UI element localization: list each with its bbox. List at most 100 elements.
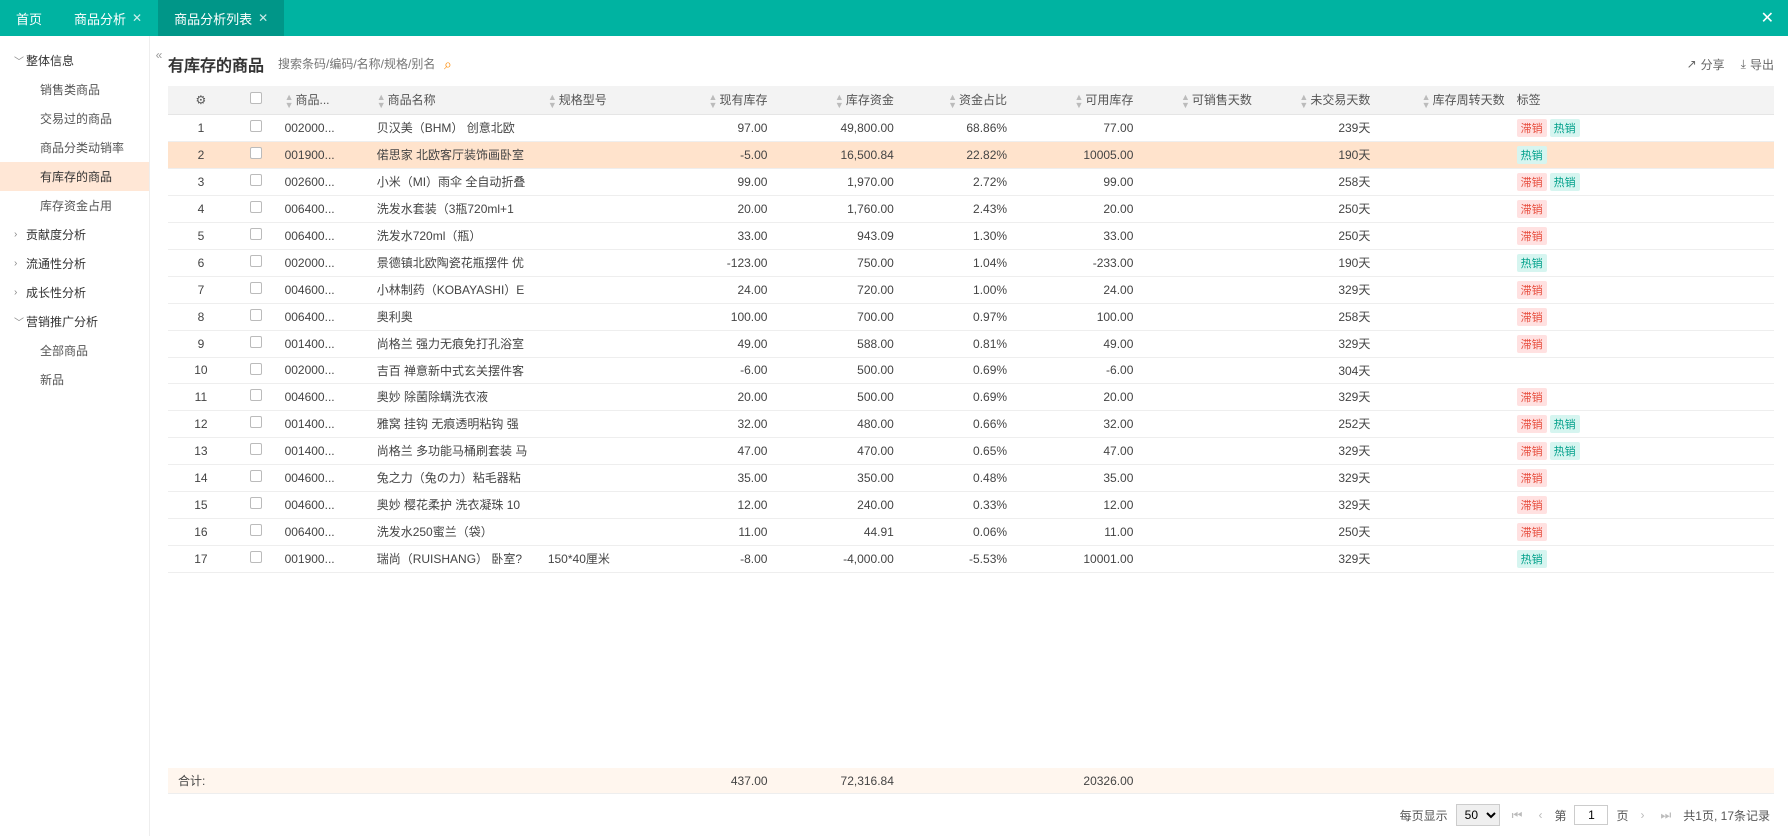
- tag-zhixiao: 滞销: [1517, 200, 1547, 218]
- sidebar-item-0-3[interactable]: 有库存的商品: [0, 162, 149, 191]
- page-last-button[interactable]: ⏭: [1656, 808, 1675, 823]
- row-checkbox[interactable]: [234, 410, 279, 437]
- row-checkbox[interactable]: [234, 357, 279, 383]
- table-row[interactable]: 3002600...小米（MI）雨伞 全自动折叠99.001,970.002.7…: [168, 168, 1774, 195]
- row-checkbox[interactable]: [234, 195, 279, 222]
- tab-0[interactable]: 首页: [0, 0, 58, 36]
- table-row[interactable]: 6002000...景德镇北欧陶瓷花瓶摆件 优-123.00750.001.04…: [168, 249, 1774, 276]
- col-notrade[interactable]: ▲▼未交易天数: [1258, 86, 1376, 114]
- row-checkbox[interactable]: [234, 168, 279, 195]
- row-checkbox[interactable]: [234, 437, 279, 464]
- cell-fund: 700.00: [773, 303, 899, 330]
- search-icon[interactable]: ⌕: [444, 56, 452, 73]
- table-row[interactable]: 17001900...瑞尚（RUISHANG） 卧室?150*40厘米-8.00…: [168, 545, 1774, 572]
- col-spec[interactable]: ▲▼规格型号: [542, 86, 647, 114]
- cell-selldays: [1139, 491, 1257, 518]
- sidebar-group-2[interactable]: ›流通性分析: [0, 249, 149, 278]
- tab-1[interactable]: 商品分析✕: [58, 0, 158, 36]
- row-checkbox[interactable]: [234, 303, 279, 330]
- col-stock[interactable]: ▲▼现有库存: [647, 86, 773, 114]
- page-prev-button[interactable]: ‹: [1534, 808, 1546, 822]
- sort-icon: ▲▼: [948, 93, 957, 109]
- cell-code: 004600...: [279, 491, 371, 518]
- tag-zhixiao: 滞销: [1517, 388, 1547, 406]
- sidebar-group-3[interactable]: ›成长性分析: [0, 278, 149, 307]
- table-row[interactable]: 10002000...吉百 禅意新中式玄关摆件客-6.00500.000.69%…: [168, 357, 1774, 383]
- row-checkbox[interactable]: [234, 383, 279, 410]
- table-row[interactable]: 1002000...贝汉美（BHM） 创意北欧97.0049,800.0068.…: [168, 114, 1774, 141]
- per-page-select[interactable]: 50: [1456, 804, 1500, 826]
- table-row[interactable]: 14004600...兔之力（兔の力）粘毛器粘35.00350.000.48%3…: [168, 464, 1774, 491]
- cell-notrade: 250天: [1258, 518, 1376, 545]
- col-turnover[interactable]: ▲▼库存周转天数: [1376, 86, 1510, 114]
- page-next-button[interactable]: ›: [1636, 808, 1648, 822]
- col-product-name[interactable]: ▲▼商品名称: [371, 86, 542, 114]
- col-tag[interactable]: 标签: [1511, 86, 1774, 114]
- page-input[interactable]: [1574, 805, 1608, 825]
- cell-code: 006400...: [279, 303, 371, 330]
- row-checkbox[interactable]: [234, 276, 279, 303]
- sidebar-item-0-0[interactable]: 销售类商品: [0, 75, 149, 104]
- table-row[interactable]: 15004600...奥妙 樱花柔护 洗衣凝珠 1012.00240.000.3…: [168, 491, 1774, 518]
- cell-tags: 滞销热销: [1511, 168, 1774, 195]
- cell-tags: 热销: [1511, 545, 1774, 572]
- table-row[interactable]: 2001900...偌思家 北欧客厅装饰画卧室-5.0016,500.8422.…: [168, 141, 1774, 168]
- table-row[interactable]: 16006400...洗发水250蜜兰（袋）11.0044.910.06%11.…: [168, 518, 1774, 545]
- table-row[interactable]: 4006400...洗发水套装（3瓶720ml+120.001,760.002.…: [168, 195, 1774, 222]
- table-row[interactable]: 13001400...尚格兰 多功能马桶刷套装 马47.00470.000.65…: [168, 437, 1774, 464]
- row-checkbox[interactable]: [234, 545, 279, 572]
- col-avail[interactable]: ▲▼可用库存: [1013, 86, 1139, 114]
- cell-turnover: [1376, 330, 1510, 357]
- col-selldays[interactable]: ▲▼可销售天数: [1139, 86, 1257, 114]
- row-checkbox[interactable]: [234, 330, 279, 357]
- cell-pct: 0.69%: [900, 357, 1013, 383]
- table-row[interactable]: 9001400...尚格兰 强力无痕免打孔浴室49.00588.000.81%4…: [168, 330, 1774, 357]
- search-input[interactable]: [278, 57, 438, 71]
- sidebar-item-0-4[interactable]: 库存资金占用: [0, 191, 149, 220]
- sidebar-group-0[interactable]: ﹀整体信息: [0, 46, 149, 75]
- row-checkbox[interactable]: [234, 222, 279, 249]
- col-product-code[interactable]: ▲▼商品...: [279, 86, 371, 114]
- row-checkbox[interactable]: [234, 141, 279, 168]
- cell-index: 16: [168, 518, 234, 545]
- cell-index: 13: [168, 437, 234, 464]
- checkbox-icon: [250, 174, 262, 186]
- sidebar-collapse-button[interactable]: «: [150, 36, 168, 836]
- page-first-button[interactable]: ⏮: [1508, 808, 1527, 823]
- col-pct[interactable]: ▲▼资金占比: [900, 86, 1013, 114]
- sidebar-item-4-0[interactable]: 全部商品: [0, 336, 149, 365]
- close-all-tabs-button[interactable]: ✕: [1747, 0, 1788, 36]
- chevron-right-icon: ›: [14, 229, 24, 240]
- tab-2[interactable]: 商品分析列表✕: [158, 0, 284, 36]
- table-row[interactable]: 11004600...奥妙 除菌除螨洗衣液20.00500.000.69%20.…: [168, 383, 1774, 410]
- row-checkbox[interactable]: [234, 249, 279, 276]
- col-checkall[interactable]: [234, 86, 279, 114]
- cell-selldays: [1139, 410, 1257, 437]
- row-checkbox[interactable]: [234, 464, 279, 491]
- sidebar-item-0-2[interactable]: 商品分类动销率: [0, 133, 149, 162]
- close-icon[interactable]: ✕: [258, 11, 268, 25]
- close-icon[interactable]: ✕: [132, 11, 142, 25]
- row-checkbox[interactable]: [234, 518, 279, 545]
- sidebar: ﹀整体信息销售类商品交易过的商品商品分类动销率有库存的商品库存资金占用›贡献度分…: [0, 36, 150, 836]
- row-checkbox[interactable]: [234, 114, 279, 141]
- sort-icon: ▲▼: [285, 93, 294, 109]
- export-button[interactable]: ⤓导出: [1741, 56, 1774, 73]
- cell-fund: 943.09: [773, 222, 899, 249]
- table-row[interactable]: 12001400...雅窝 挂钩 无痕透明粘钩 强32.00480.000.66…: [168, 410, 1774, 437]
- table-row[interactable]: 5006400...洗发水720ml（瓶）33.00943.091.30%33.…: [168, 222, 1774, 249]
- cell-stock: 33.00: [647, 222, 773, 249]
- sidebar-group-4[interactable]: ﹀营销推广分析: [0, 307, 149, 336]
- table-row[interactable]: 8006400...奥利奥100.00700.000.97%100.00258天…: [168, 303, 1774, 330]
- col-fund[interactable]: ▲▼库存资金: [773, 86, 899, 114]
- sidebar-group-1[interactable]: ›贡献度分析: [0, 220, 149, 249]
- share-button[interactable]: ↗分享: [1687, 56, 1725, 73]
- row-checkbox[interactable]: [234, 491, 279, 518]
- table-row[interactable]: 7004600...小林制药（KOBAYASHI）E24.00720.001.0…: [168, 276, 1774, 303]
- sidebar-item-0-1[interactable]: 交易过的商品: [0, 104, 149, 133]
- col-gear[interactable]: ⚙: [168, 86, 234, 114]
- cell-pct: 0.65%: [900, 437, 1013, 464]
- cell-code: 004600...: [279, 276, 371, 303]
- sidebar-item-4-1[interactable]: 新品: [0, 365, 149, 394]
- cell-notrade: 258天: [1258, 303, 1376, 330]
